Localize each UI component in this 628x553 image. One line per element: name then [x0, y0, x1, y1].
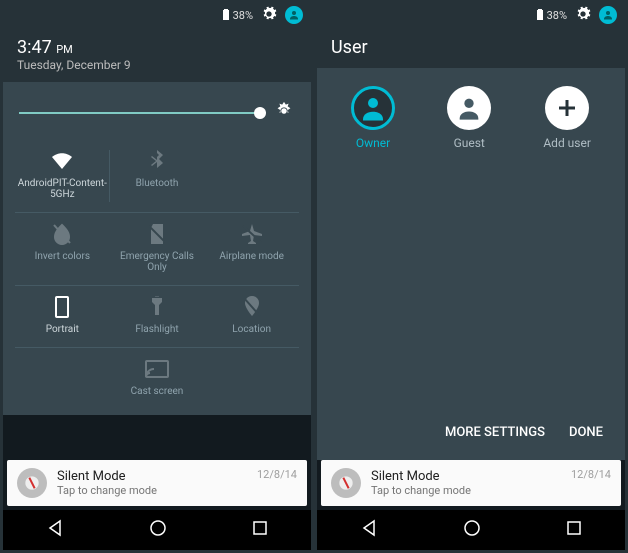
gear-icon[interactable]: [575, 6, 591, 25]
screen-user-switcher: 38% User Owner Guest: [317, 3, 625, 550]
gear-icon[interactable]: [261, 6, 277, 25]
nav-recent-icon[interactable]: [252, 520, 268, 540]
notification-title: Silent Mode: [371, 469, 471, 484]
wifi-icon: [50, 150, 74, 172]
notification-silent-mode[interactable]: Silent Mode Tap to change mode 12/8/14: [321, 460, 621, 506]
tile-invert-colors[interactable]: Invert colors: [15, 213, 110, 285]
tile-flashlight[interactable]: Flashlight: [110, 286, 205, 347]
quick-settings-panel: AndroidPIT-Content-5GHz Bluetooth Invert…: [3, 82, 311, 415]
nav-home-icon[interactable]: [463, 519, 481, 541]
tile-cast[interactable]: Cast screen: [110, 348, 205, 409]
location-off-icon: [243, 296, 261, 318]
screen-quick-settings: 38% 3:47 PM Tuesday, December 9: [3, 3, 311, 550]
add-user-icon: [545, 86, 589, 130]
nav-bar: [3, 510, 311, 550]
notification-area: Silent Mode Tap to change mode 12/8/14: [3, 415, 311, 510]
nav-recent-icon[interactable]: [566, 520, 582, 540]
notification-title: Silent Mode: [57, 469, 157, 484]
invert-colors-icon: [52, 223, 72, 245]
flashlight-icon: [150, 296, 164, 318]
guest-avatar-icon: [447, 86, 491, 130]
battery-indicator: 38%: [222, 9, 253, 22]
tile-rotation[interactable]: Portrait: [15, 286, 110, 347]
panel-date: Tuesday, December 9: [17, 58, 297, 72]
brightness-slider[interactable]: [15, 92, 299, 140]
user-switcher-panel: Owner Guest Add user MORE SETTINGS DONE: [317, 68, 625, 460]
silent-mode-icon: [17, 468, 47, 498]
nav-bar: [317, 510, 625, 550]
user-avatar-icon[interactable]: [599, 6, 617, 24]
silent-mode-icon: [331, 468, 361, 498]
user-add[interactable]: Add user: [543, 86, 591, 150]
battery-pct: 38%: [547, 9, 567, 22]
tile-wifi[interactable]: AndroidPIT-Content-5GHz: [15, 140, 110, 212]
tile-bluetooth[interactable]: Bluetooth: [110, 140, 205, 212]
status-bar: 38%: [3, 3, 311, 27]
user-owner[interactable]: Owner: [351, 86, 395, 150]
more-settings-button[interactable]: MORE SETTINGS: [445, 425, 545, 440]
owner-avatar-icon: [351, 86, 395, 130]
bluetooth-icon: [149, 150, 165, 172]
nav-back-icon[interactable]: [46, 519, 64, 541]
airplane-off-icon: [241, 223, 263, 245]
user-panel-title: User: [317, 27, 625, 68]
nav-back-icon[interactable]: [360, 519, 378, 541]
user-guest[interactable]: Guest: [447, 86, 491, 150]
brightness-auto-icon[interactable]: [273, 100, 295, 126]
nav-home-icon[interactable]: [149, 519, 167, 541]
no-sim-icon: [149, 223, 165, 245]
tiles-grid: AndroidPIT-Content-5GHz Bluetooth Invert…: [15, 140, 299, 409]
cast-icon: [145, 358, 169, 380]
clock-time: 3:47 PM: [17, 37, 297, 58]
notification-subtitle: Tap to change mode: [371, 484, 471, 497]
battery-pct: 38%: [233, 9, 253, 22]
tile-location[interactable]: Location: [204, 286, 299, 347]
notification-date: 12/8/14: [257, 468, 297, 481]
notification-silent-mode[interactable]: Silent Mode Tap to change mode 12/8/14: [7, 460, 307, 506]
battery-indicator: 38%: [536, 9, 567, 22]
status-bar: 38%: [317, 3, 625, 27]
tile-airplane[interactable]: Airplane mode: [204, 213, 299, 285]
user-avatar-icon[interactable]: [285, 6, 303, 24]
portrait-icon: [55, 296, 69, 318]
done-button[interactable]: DONE: [569, 425, 603, 440]
panel-header: 3:47 PM Tuesday, December 9: [3, 27, 311, 82]
notification-subtitle: Tap to change mode: [57, 484, 157, 497]
notification-date: 12/8/14: [571, 468, 611, 481]
tile-cellular[interactable]: Emergency Calls Only: [110, 213, 205, 285]
